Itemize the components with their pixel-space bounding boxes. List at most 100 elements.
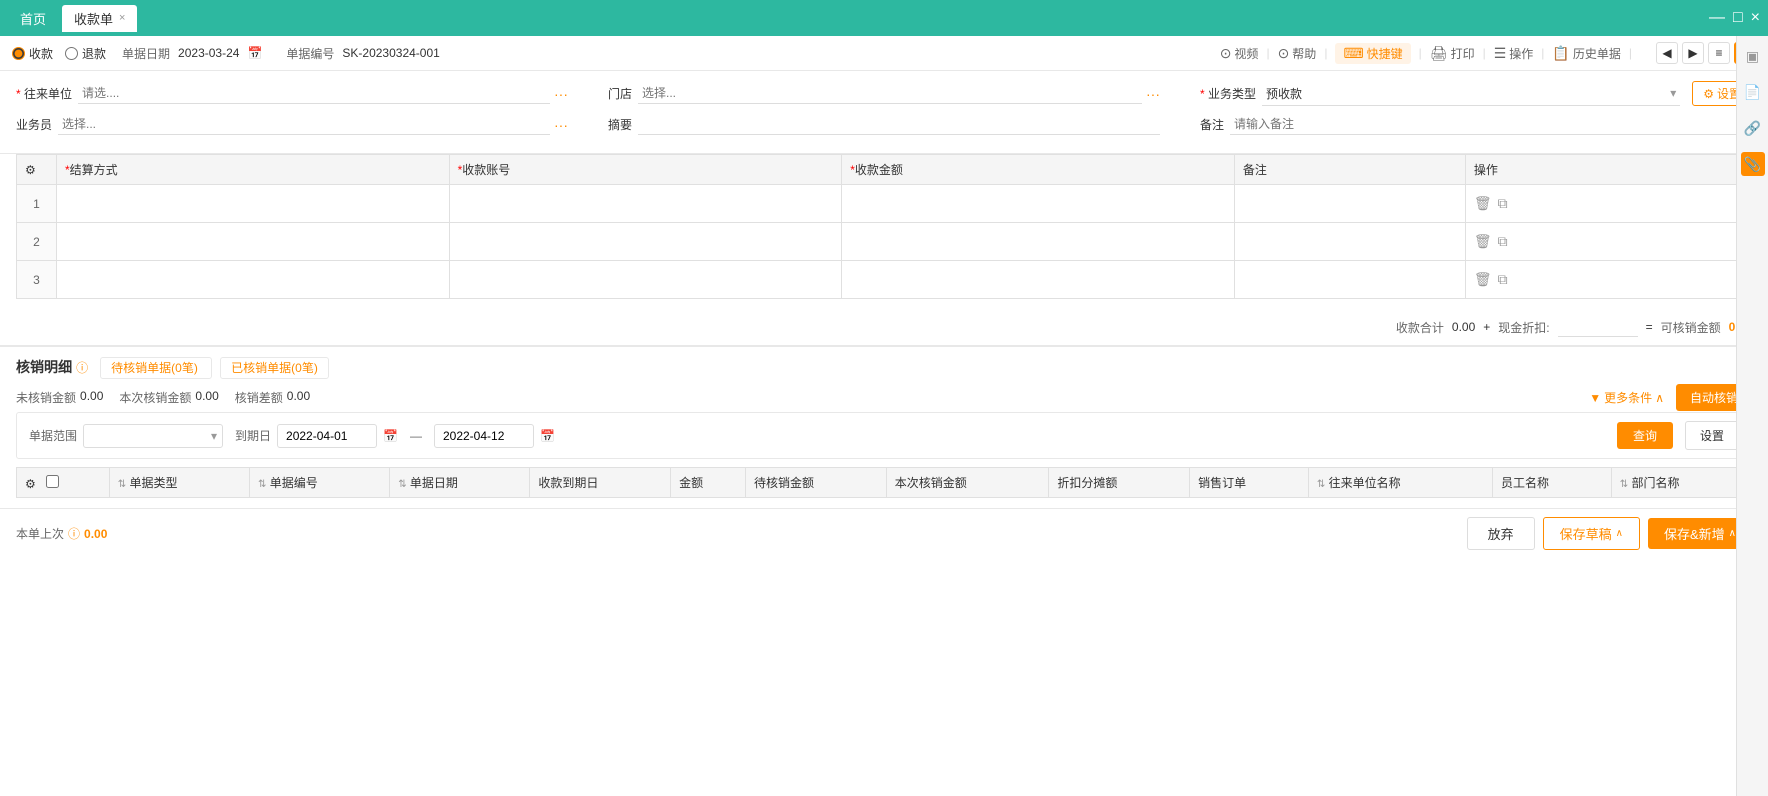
print-action[interactable]: 🖨 打印 bbox=[1430, 45, 1475, 62]
filter-icon: ▼ bbox=[1589, 391, 1601, 405]
remark-label: 备注 bbox=[1200, 116, 1224, 133]
sidebar-doc-icon[interactable]: 📄 bbox=[1741, 80, 1765, 104]
minimize-icon[interactable]: — bbox=[1709, 9, 1725, 27]
verify-info-icon[interactable]: ⓘ bbox=[76, 359, 88, 376]
cell-amount-2[interactable] bbox=[842, 223, 1235, 261]
settings-button-2[interactable]: 设置 bbox=[1685, 421, 1739, 450]
sidebar-link-icon[interactable]: 🔗 bbox=[1741, 116, 1765, 140]
select-arrow-icon: ▾ bbox=[1670, 86, 1676, 100]
radio-refund[interactable]: 退款 bbox=[65, 45, 106, 62]
copy-icon-3[interactable]: ⧉ bbox=[1498, 271, 1508, 288]
due-date-to-input[interactable] bbox=[434, 424, 534, 448]
panel-list-icon[interactable]: ≡ bbox=[1708, 42, 1730, 64]
save-draft-button[interactable]: 保存草稿 ∧ bbox=[1543, 517, 1640, 550]
num-label: 单据编号 bbox=[286, 45, 334, 62]
business-type-field: 业务类型 预收款 ▾ ⚙ 设置 bbox=[1200, 81, 1752, 106]
radio-receive[interactable]: 收款 bbox=[12, 45, 53, 62]
nav-active-tab[interactable]: 收款单 × bbox=[62, 5, 137, 32]
top-nav: 首页 收款单 × — □ × bbox=[0, 0, 1768, 36]
cell-settlement-1[interactable] bbox=[57, 185, 450, 223]
gear-bottom-icon[interactable]: ⚙ bbox=[25, 477, 36, 491]
circle-icon: ⊙ bbox=[1220, 45, 1232, 62]
col-doc-type: ⇅ 单据类型 bbox=[109, 468, 249, 498]
due-date-field: 到期日 📅 — 📅 bbox=[235, 424, 555, 448]
tab-done[interactable]: 已核销单据(0笔) bbox=[220, 357, 329, 379]
tab-pending[interactable]: 待核销单据(0笔) bbox=[100, 357, 212, 379]
col-select[interactable]: ⚙ bbox=[17, 468, 110, 498]
video-action[interactable]: ⊙ 视频 bbox=[1220, 45, 1259, 62]
delete-icon-1[interactable]: 🗑 bbox=[1474, 195, 1492, 212]
panel-right-icon[interactable]: ▶ bbox=[1682, 42, 1704, 64]
summary-field: 摘要 bbox=[608, 114, 1160, 135]
panel-left-icon[interactable]: ◀ bbox=[1656, 42, 1678, 64]
staff-input[interactable] bbox=[58, 114, 550, 135]
copy-icon-2[interactable]: ⧉ bbox=[1498, 233, 1508, 250]
window-close-icon[interactable]: × bbox=[1751, 9, 1760, 27]
maximize-icon[interactable]: □ bbox=[1733, 9, 1743, 27]
cell-account-3[interactable] bbox=[449, 261, 842, 299]
discard-button[interactable]: 放弃 bbox=[1467, 517, 1535, 550]
verification-section: 核销明细 ⓘ 待核销单据(0笔) 已核销单据(0笔) 未核销金额 0.00 本次… bbox=[0, 345, 1768, 508]
discount-input[interactable] bbox=[1558, 317, 1638, 337]
col-settings[interactable]: ⚙ bbox=[17, 155, 57, 185]
operation-action[interactable]: ☰ 操作 bbox=[1494, 45, 1534, 62]
nav-home[interactable]: 首页 bbox=[8, 5, 58, 32]
date-sep: — bbox=[410, 429, 422, 443]
due-date-from-input[interactable] bbox=[277, 424, 377, 448]
calendar-to-icon[interactable]: 📅 bbox=[540, 429, 555, 443]
calendar-from-icon[interactable]: 📅 bbox=[383, 429, 398, 443]
plus-label: + bbox=[1483, 320, 1490, 334]
cell-ops-2: 🗑 ⧉ bbox=[1465, 223, 1751, 261]
shortcut-action[interactable]: ⌨ 快捷键 bbox=[1335, 43, 1410, 64]
bottom-info-label: 本单上次 bbox=[16, 525, 64, 542]
form-row-1: 往来单位 ··· 门店 ··· 业务类型 预收款 ▾ ⚙ 设置 bbox=[16, 81, 1752, 106]
staff-label: 业务员 bbox=[16, 116, 52, 133]
range-field: 单据范围 ▾ bbox=[29, 424, 223, 448]
cell-settlement-3[interactable] bbox=[57, 261, 450, 299]
summary-input[interactable] bbox=[638, 114, 1160, 135]
cell-amount-3[interactable] bbox=[842, 261, 1235, 299]
stats-row: 未核销金额 0.00 本次核销金额 0.00 核销差额 0.00 bbox=[16, 383, 310, 412]
verify-header: 核销明细 ⓘ 待核销单据(0笔) 已核销单据(0笔) bbox=[16, 357, 1752, 377]
stat-current: 本次核销金额 0.00 bbox=[119, 389, 218, 406]
bottom-info-icon[interactable]: ⓘ bbox=[68, 525, 80, 542]
select-all-checkbox[interactable] bbox=[46, 475, 59, 488]
cell-remark-3[interactable] bbox=[1234, 261, 1465, 299]
col-ops-header: 操作 bbox=[1465, 155, 1751, 185]
save-new-arrow-icon: ∧ bbox=[1729, 528, 1736, 539]
due-date-label: 到期日 bbox=[235, 427, 271, 444]
delete-icon-3[interactable]: 🗑 bbox=[1474, 271, 1492, 288]
remark-input[interactable] bbox=[1230, 114, 1752, 135]
cell-remark-1[interactable] bbox=[1234, 185, 1465, 223]
counterparty-more-btn[interactable]: ··· bbox=[554, 86, 568, 102]
counterparty-field: 往来单位 ··· bbox=[16, 83, 568, 104]
cell-account-1[interactable] bbox=[449, 185, 842, 223]
sidebar-active-icon[interactable]: 📎 bbox=[1741, 152, 1765, 176]
copy-icon-1[interactable]: ⧉ bbox=[1498, 195, 1508, 212]
remark-field: 备注 bbox=[1200, 114, 1752, 135]
delete-icon-2[interactable]: 🗑 bbox=[1474, 233, 1492, 250]
cell-remark-2[interactable] bbox=[1234, 223, 1465, 261]
help-icon: ⊙ bbox=[1278, 45, 1290, 62]
cell-amount-1[interactable] bbox=[842, 185, 1235, 223]
more-conditions-btn[interactable]: ▼ 更多条件 ∧ bbox=[1589, 389, 1664, 406]
sidebar-table-icon[interactable]: ▣ bbox=[1741, 44, 1765, 68]
store-more-btn[interactable]: ··· bbox=[1146, 86, 1160, 102]
query-button[interactable]: 查询 bbox=[1617, 422, 1673, 449]
help-action[interactable]: ⊙ 帮助 bbox=[1278, 45, 1317, 62]
range-select[interactable] bbox=[83, 424, 223, 448]
calendar-icon[interactable]: 📅 bbox=[247, 46, 262, 60]
cell-settlement-2[interactable] bbox=[57, 223, 450, 261]
gear-icon: ⚙ bbox=[1703, 87, 1714, 101]
business-type-select[interactable]: 预收款 ▾ bbox=[1262, 82, 1680, 106]
store-input[interactable] bbox=[638, 83, 1142, 104]
history-action[interactable]: 📋 历史单据 bbox=[1552, 45, 1620, 62]
close-tab-icon[interactable]: × bbox=[119, 12, 125, 24]
staff-more-btn[interactable]: ··· bbox=[554, 117, 568, 133]
counterparty-input[interactable] bbox=[78, 83, 550, 104]
cell-account-2[interactable] bbox=[449, 223, 842, 261]
col-sales-order: 销售订单 bbox=[1190, 468, 1309, 498]
table-row: 3 🗑 ⧉ bbox=[17, 261, 1752, 299]
discount-label: 现金折扣: bbox=[1498, 319, 1549, 336]
col-current-verify: 本次核销金额 bbox=[886, 468, 1049, 498]
